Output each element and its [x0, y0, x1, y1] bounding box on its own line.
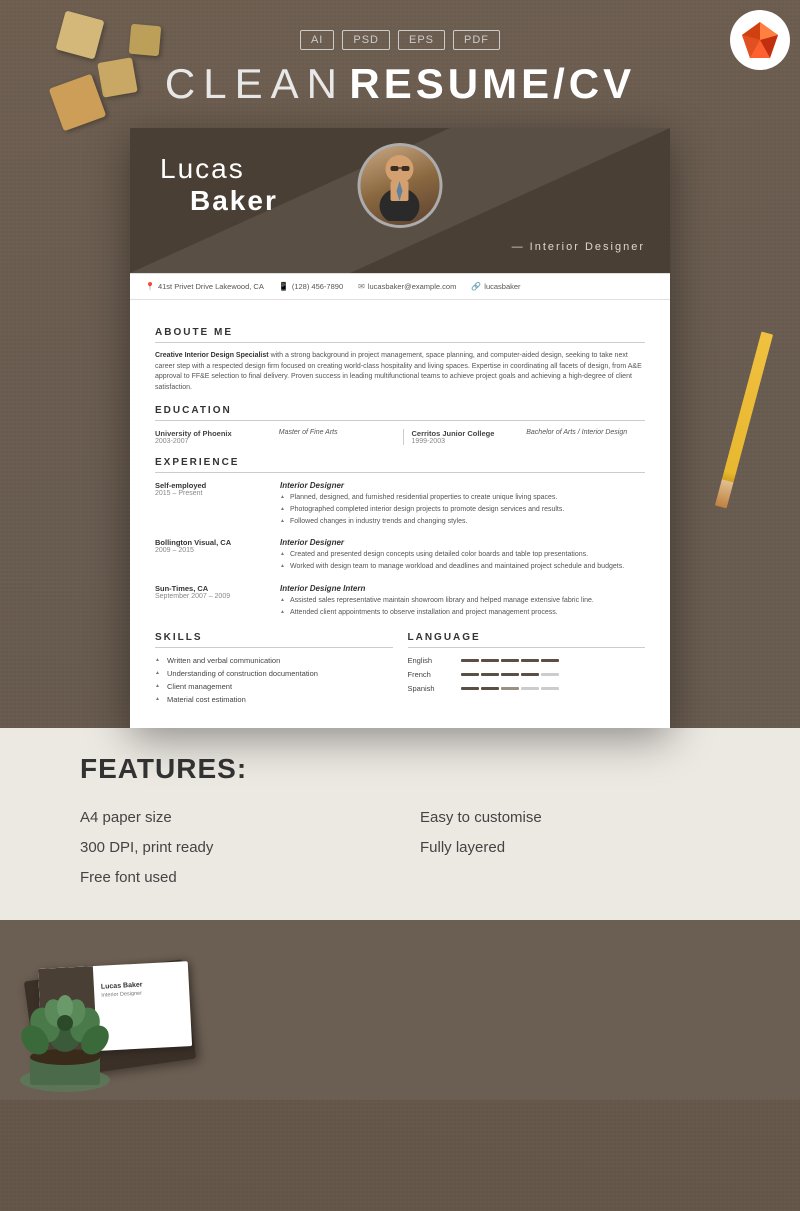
lang-bar: [481, 687, 499, 690]
format-badges: AI PSD EPS PDF: [0, 0, 800, 50]
skill-1: Written and verbal communication: [155, 656, 393, 665]
contact-email: ✉ lucasbaker@example.com: [358, 282, 456, 291]
format-psd: PSD: [342, 30, 390, 50]
exp-bullet-1-2: Photographed completed interior design p…: [280, 505, 645, 515]
deco-block-2: [97, 57, 138, 98]
edu-school-1: University of Phoenix 2003-2007: [155, 429, 274, 445]
email-icon: ✉: [358, 282, 365, 291]
lang-bar: [481, 673, 499, 676]
plant: [0, 945, 130, 1100]
lang-bar: [521, 659, 539, 662]
photo-placeholder: [361, 146, 440, 225]
format-pdf: PDF: [453, 30, 500, 50]
pencil-decoration: [715, 332, 773, 509]
skill-2: Understanding of construction documentat…: [155, 669, 393, 678]
gem-icon: [740, 20, 780, 60]
contact-bar: 📍 41st Privet Drive Lakewood, CA 📱 (128)…: [130, 273, 670, 300]
education-section-title: EDUCATION: [155, 405, 645, 421]
language-title: LANGUAGE: [408, 632, 646, 648]
format-ai: AI: [300, 30, 334, 50]
exp-item-3: Sun-Times, CA September 2007 – 2009 Inte…: [155, 584, 645, 620]
skill-3: Client management: [155, 682, 393, 691]
lang-bar: [521, 673, 539, 676]
last-name: Baker: [190, 185, 278, 217]
deco-block-3: [129, 24, 162, 57]
language-section: LANGUAGE English French: [408, 632, 646, 708]
person-avatar: [373, 151, 428, 221]
lang-english: English: [408, 656, 646, 665]
edu-degree-2: Bachelor of Arts / Interior Design: [526, 429, 645, 445]
first-name: Lucas: [160, 153, 278, 185]
title-clean: CLEAN: [165, 60, 345, 107]
lang-bar: [501, 673, 519, 676]
skills-lang-grid: SKILLS Written and verbal communication …: [155, 632, 645, 708]
resume-body: ABOUTE ME Creative Interior Design Speci…: [130, 300, 670, 728]
exp-item-2: Bollington Visual, CA 2009 – 2015 Interi…: [155, 538, 645, 574]
contact-website: 🔗 lucasbaker: [471, 282, 520, 291]
exp-right-2: Interior Designer Created and presented …: [280, 538, 645, 574]
lang-french: French: [408, 670, 646, 679]
feature-3: 300 DPI, print ready: [80, 835, 380, 860]
exp-bullet-1-1: Planned, designed, and furnished residen…: [280, 493, 645, 503]
lang-bar: [501, 659, 519, 662]
lang-bars-french: [461, 673, 559, 676]
lang-bars-english: [461, 659, 559, 662]
feature-1: A4 paper size: [80, 805, 380, 830]
features-title: FEATURES:: [80, 753, 720, 785]
exp-bullet-2-1: Created and presented design concepts us…: [280, 550, 645, 560]
features-wrap: FEATURES: A4 paper size Easy to customis…: [0, 728, 800, 920]
phone-icon: 📱: [279, 282, 289, 291]
education-grid: University of Phoenix 2003-2007 Master o…: [155, 429, 645, 445]
about-section-title: ABOUTE ME: [155, 327, 645, 343]
lang-bar: [541, 659, 559, 662]
exp-right-1: Interior Designer Planned, designed, and…: [280, 481, 645, 528]
lang-bar: [461, 687, 479, 690]
about-text: Creative Interior Design Specialist with…: [155, 351, 645, 393]
plant-svg: [0, 945, 130, 1095]
lang-bar: [461, 673, 479, 676]
exp-bullet-3-2: Attended client appointments to observe …: [280, 608, 645, 618]
feature-2: Easy to customise: [420, 805, 720, 830]
features-grid: A4 paper size Easy to customise 300 DPI,…: [80, 805, 720, 890]
lang-bar: [481, 659, 499, 662]
exp-left-3: Sun-Times, CA September 2007 – 2009: [155, 584, 275, 620]
experience-section-title: EXPERIENCE: [155, 457, 645, 473]
skill-4: Material cost estimation: [155, 695, 393, 704]
exp-bullet-1-3: Followed changes in industry trends and …: [280, 517, 645, 527]
exp-right-3: Interior Designe Intern Assisted sales r…: [280, 584, 645, 620]
page-wrapper: AI PSD EPS PDF CLEAN RESUME/CV Lucas Bak…: [0, 0, 800, 1211]
bottom-section: Lucas Baker Interior Designer: [0, 920, 800, 1100]
edu-degree-1: Master of Fine Arts: [279, 429, 398, 445]
location-icon: 📍: [145, 282, 155, 291]
web-icon: 🔗: [471, 282, 481, 291]
edu-school-2: Cerritos Junior College 1999-2003: [403, 429, 522, 445]
exp-bullet-3-1: Assisted sales representative maintain s…: [280, 596, 645, 606]
contact-phone: 📱 (128) 456-7890: [279, 282, 343, 291]
resume-header: Lucas Baker: [130, 128, 670, 273]
exp-bullet-2-2: Worked with design team to manage worklo…: [280, 562, 645, 572]
profile-photo: [358, 143, 443, 228]
lang-bar: [541, 687, 559, 690]
logo: [730, 10, 790, 70]
feature-4: Fully layered: [420, 835, 720, 860]
lang-bar: [521, 687, 539, 690]
lang-bar: [461, 659, 479, 662]
contact-address: 📍 41st Privet Drive Lakewood, CA: [145, 282, 264, 291]
exp-left-1: Self-employed 2015 – Present: [155, 481, 275, 528]
lang-spanish: Spanish: [408, 684, 646, 693]
lang-bar: [541, 673, 559, 676]
format-eps: EPS: [398, 30, 445, 50]
resume-card: Lucas Baker: [130, 128, 670, 728]
job-title: Interior Designer: [512, 241, 645, 253]
lang-bars-spanish: [461, 687, 559, 690]
skills-section: SKILLS Written and verbal communication …: [155, 632, 393, 708]
title-resume: RESUME/CV: [349, 60, 635, 107]
skills-title: SKILLS: [155, 632, 393, 648]
feature-5: Free font used: [80, 865, 380, 890]
lang-bar: [501, 687, 519, 690]
exp-left-2: Bollington Visual, CA 2009 – 2015: [155, 538, 275, 574]
exp-item-1: Self-employed 2015 – Present Interior De…: [155, 481, 645, 528]
header-name: Lucas Baker: [160, 153, 278, 217]
